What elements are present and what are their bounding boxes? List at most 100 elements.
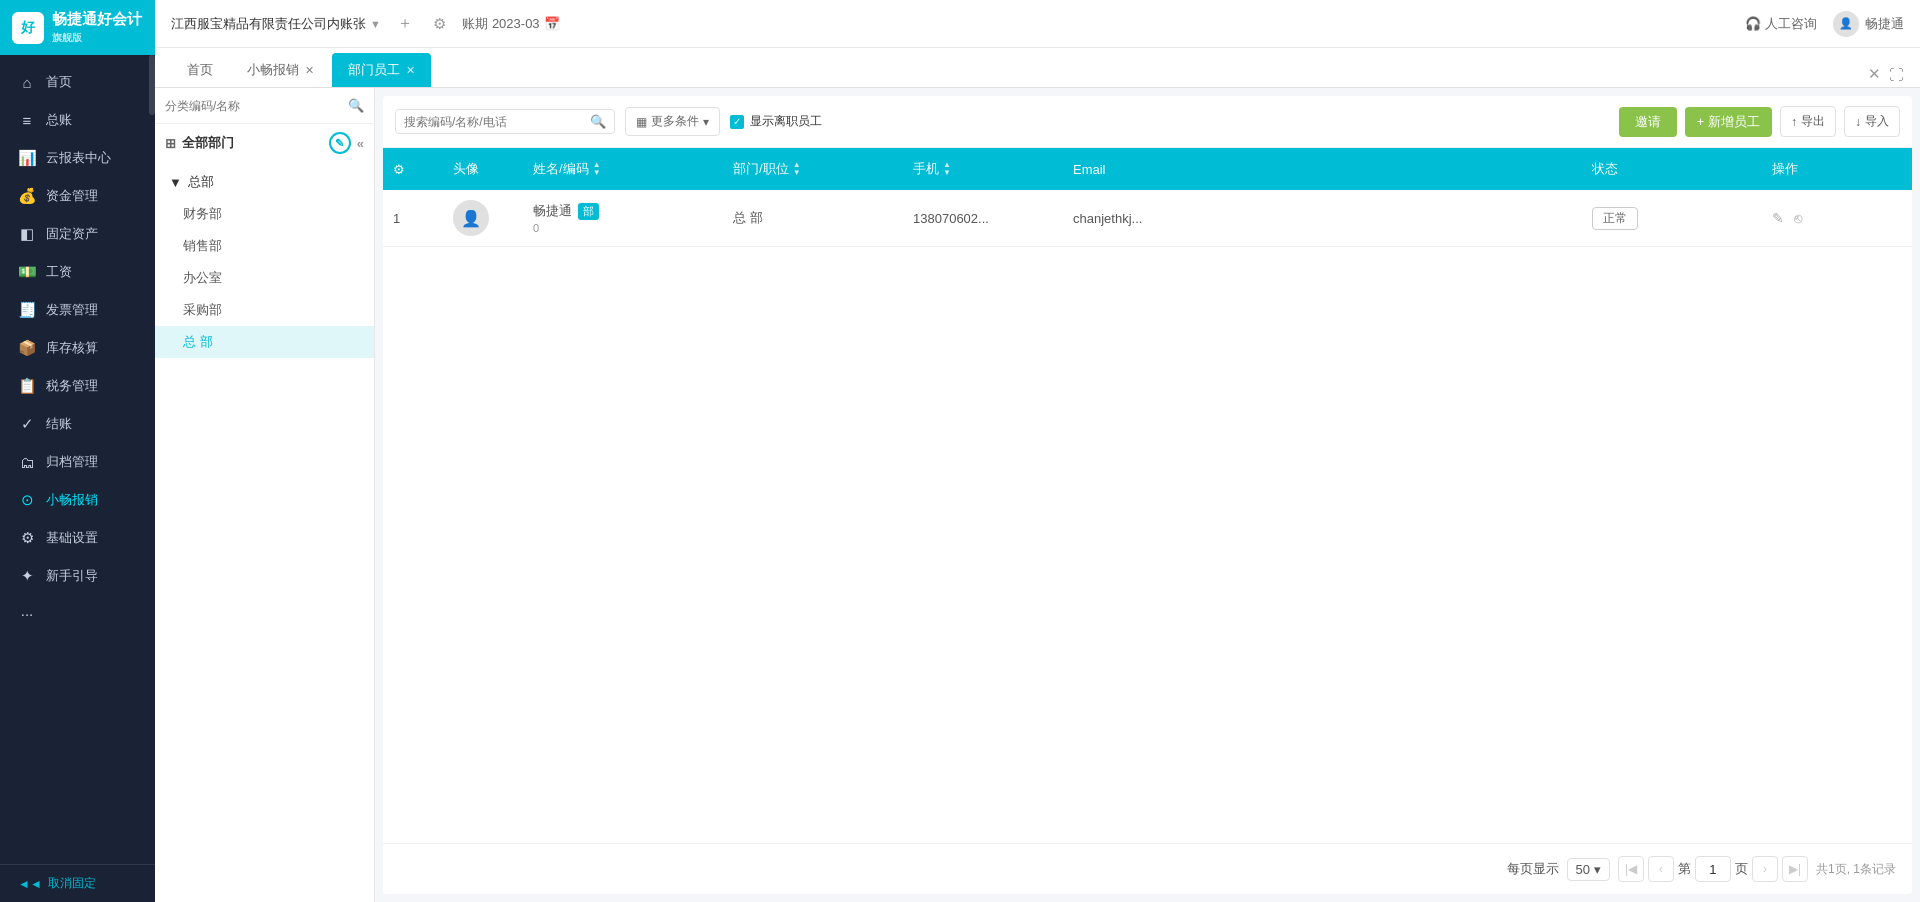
export-button[interactable]: ↑ 导出 — [1780, 106, 1836, 137]
sidebar-item-expense[interactable]: ⊙ 小畅报销 — [0, 481, 155, 519]
dept-search-input[interactable] — [165, 99, 342, 113]
sidebar-item-label: 小畅报销 — [46, 491, 98, 509]
dept-grid-icon: ⊞ — [165, 136, 176, 151]
table-header: ⚙ 头像 姓名/编码 ▲▼ 部门/职位 ▲▼ 手机 ▲▼ — [383, 148, 1912, 190]
sidebar-item-funds[interactable]: 💰 资金管理 — [0, 177, 155, 215]
dept-item-general-dept[interactable]: 总 部 — [155, 326, 374, 358]
dept-search-box: 🔍 — [155, 88, 374, 124]
employee-search-input[interactable] — [404, 115, 584, 129]
dept-item-office[interactable]: 办公室 — [155, 262, 374, 294]
prev-page-button[interactable]: ‹ — [1648, 856, 1674, 882]
tab-home[interactable]: 首页 — [171, 53, 229, 87]
expand-tab-icon[interactable]: ⛶ — [1889, 66, 1904, 83]
accounting-period: 账期 2023-03 📅 — [462, 15, 560, 33]
company-name[interactable]: 江西服宝精品有限责任公司内账张 ▼ — [171, 15, 381, 33]
employee-code: 0 — [533, 222, 599, 234]
per-page-select[interactable]: 50 ▾ — [1567, 858, 1610, 881]
sidebar-item-label: 首页 — [46, 73, 72, 91]
total-info: 共1页, 1条记录 — [1816, 861, 1896, 878]
tab-expense-close-icon[interactable]: ✕ — [305, 64, 314, 77]
pagination-nav: |◀ ‹ 第 页 › ▶| — [1618, 856, 1808, 882]
filter-icon: ▦ — [636, 115, 647, 129]
dept-item-sales[interactable]: 销售部 — [155, 230, 374, 262]
td-avatar: 👤 — [443, 190, 523, 246]
per-page-arrow: ▾ — [1594, 862, 1601, 877]
dept-item-general[interactable]: ▼ 总部 — [155, 166, 374, 198]
settings-icon: ⚙ — [18, 529, 36, 547]
td-phone: 138070602... — [903, 201, 1063, 236]
row-action-buttons: ✎ ⎋ — [1772, 210, 1802, 226]
sidebar-item-reports[interactable]: 📊 云报表中心 — [0, 139, 155, 177]
td-department: 总 部 — [723, 199, 903, 237]
import-button[interactable]: ↓ 导入 — [1844, 106, 1900, 137]
edit-employee-button[interactable]: ✎ — [1772, 210, 1784, 226]
sidebar-item-label: 固定资产 — [46, 225, 98, 243]
sidebar-item-ledger[interactable]: ≡ 总账 — [0, 101, 155, 139]
sort-arrows-name: ▲▼ — [593, 161, 601, 177]
sidebar-item-inventory[interactable]: 📦 库存核算 — [0, 329, 155, 367]
tab-department-label: 部门员工 — [348, 61, 400, 79]
first-page-button[interactable]: |◀ — [1618, 856, 1644, 882]
th-dept-position[interactable]: 部门/职位 ▲▼ — [723, 148, 903, 190]
dept-tree: ▼ 总部 财务部 销售部 办公室 采购部 总 部 — [155, 162, 374, 902]
sidebar-item-tax[interactable]: 📋 税务管理 — [0, 367, 155, 405]
employee-content: 🔍 ▦ 更多条件 ▾ ✓ 显示离职员工 邀请 + 新增员工 ↑ 导出 — [383, 96, 1912, 894]
td-status: 正常 — [1582, 197, 1762, 240]
dept-item-finance[interactable]: 财务部 — [155, 198, 374, 230]
archive-icon: 🗂 — [18, 454, 36, 471]
app-title: 畅捷通好会计 — [52, 10, 142, 29]
sidebar-item-invoice[interactable]: 🧾 发票管理 — [0, 291, 155, 329]
calendar-icon[interactable]: 📅 — [544, 16, 560, 31]
logo-icon: 好 — [12, 12, 44, 44]
user-menu[interactable]: 👤 畅捷通 — [1833, 11, 1904, 37]
page-number-input[interactable] — [1695, 856, 1731, 882]
sidebar-item-archive[interactable]: 🗂 归档管理 — [0, 443, 155, 481]
settings-gear-icon[interactable]: ⚙ — [429, 15, 450, 33]
main-area: 江西服宝精品有限责任公司内账张 ▼ ＋ ⚙ 账期 2023-03 📅 🎧 人工咨… — [155, 0, 1920, 902]
th-name-code[interactable]: 姓名/编码 ▲▼ — [523, 148, 723, 190]
edit-dept-button[interactable]: ✎ — [329, 132, 351, 154]
show-resigned-toggle[interactable]: ✓ 显示离职员工 — [730, 113, 822, 130]
sidebar-item-settings[interactable]: ⚙ 基础设置 — [0, 519, 155, 557]
collapse-tree-button[interactable]: « — [357, 136, 364, 151]
dept-tree-panel: 🔍 ⊞ 全部部门 ✎ « ▼ 总部 财务部 — [155, 88, 375, 902]
th-status: 状态 — [1582, 148, 1762, 190]
more-filter-button[interactable]: ▦ 更多条件 ▾ — [625, 107, 720, 136]
first-page-icon: |◀ — [1625, 862, 1637, 876]
employee-search-icon[interactable]: 🔍 — [590, 114, 606, 129]
show-resigned-checkbox[interactable]: ✓ — [730, 115, 744, 129]
add-company-button[interactable]: ＋ — [393, 13, 417, 34]
avatar-icon: 👤 — [1839, 17, 1853, 30]
sidebar-nav: ⌂ 首页 ≡ 总账 📊 云报表中心 💰 资金管理 ◧ 固定资产 💵 工资 🧾 发… — [0, 59, 155, 864]
avatar-person-icon: 👤 — [461, 209, 481, 228]
next-page-button[interactable]: › — [1752, 856, 1778, 882]
th-avatar: 头像 — [443, 148, 523, 190]
sidebar-item-assets[interactable]: ◧ 固定资产 — [0, 215, 155, 253]
add-employee-button[interactable]: + 新增员工 — [1685, 107, 1772, 137]
inventory-icon: 📦 — [18, 339, 36, 357]
logout-employee-button[interactable]: ⎋ — [1794, 210, 1802, 226]
sidebar-item-salary[interactable]: 💵 工资 — [0, 253, 155, 291]
sidebar-item-home[interactable]: ⌂ 首页 — [0, 63, 155, 101]
th-settings[interactable]: ⚙ — [383, 148, 443, 190]
close-tab-icon[interactable]: ✕ — [1868, 65, 1881, 83]
tab-department-close-icon[interactable]: ✕ — [406, 64, 415, 77]
last-page-button[interactable]: ▶| — [1782, 856, 1808, 882]
dept-search-icon[interactable]: 🔍 — [348, 98, 364, 113]
sidebar-item-guide[interactable]: ✦ 新手引导 — [0, 557, 155, 595]
status-badge: 正常 — [1592, 207, 1638, 230]
invite-button[interactable]: 邀请 — [1619, 107, 1677, 137]
dept-badge: 部 — [578, 203, 599, 220]
support-button[interactable]: 🎧 人工咨询 — [1745, 15, 1817, 33]
topbar: 江西服宝精品有限责任公司内账张 ▼ ＋ ⚙ 账期 2023-03 📅 🎧 人工咨… — [155, 0, 1920, 48]
sidebar-item-more[interactable]: ··· — [0, 595, 155, 632]
unpin-button[interactable]: ◄◄ 取消固定 — [0, 864, 155, 902]
tab-home-label: 首页 — [187, 61, 213, 79]
dept-item-purchase[interactable]: 采购部 — [155, 294, 374, 326]
tab-department[interactable]: 部门员工 ✕ — [332, 53, 431, 87]
sidebar-item-closing[interactable]: ✓ 结账 — [0, 405, 155, 443]
tab-expense[interactable]: 小畅报销 ✕ — [231, 53, 330, 87]
th-phone[interactable]: 手机 ▲▼ — [903, 148, 1063, 190]
import-icon: ↓ — [1855, 115, 1861, 129]
topbar-right: 🎧 人工咨询 👤 畅捷通 — [1745, 11, 1904, 37]
